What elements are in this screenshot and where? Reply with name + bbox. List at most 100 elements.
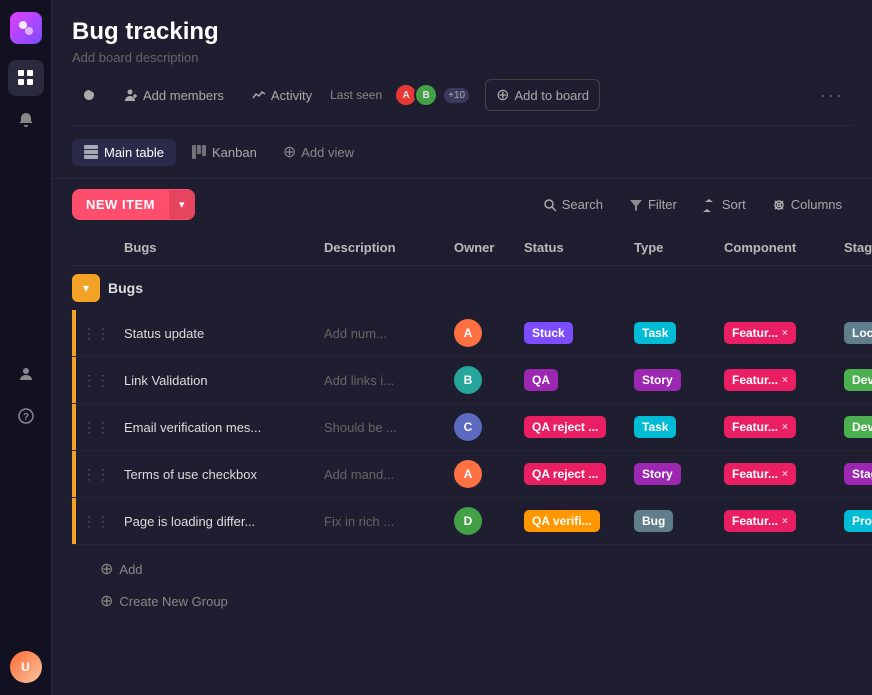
component-badge: Featur... × bbox=[724, 463, 796, 485]
user-avatar[interactable]: U bbox=[10, 651, 42, 683]
component-close[interactable]: × bbox=[782, 328, 788, 339]
stage-badge: Develop ... bbox=[844, 416, 872, 438]
row-status[interactable]: QA reject ... bbox=[516, 410, 626, 444]
row-stage[interactable]: Develop ... bbox=[836, 410, 872, 444]
component-close[interactable]: × bbox=[782, 422, 788, 433]
more-options-button[interactable]: ··· bbox=[812, 80, 852, 111]
row-owner: A bbox=[446, 452, 516, 496]
component-badge: Featur... × bbox=[724, 322, 796, 344]
table-row[interactable]: ⋮⋮ Terms of use checkbox Add mand... A Q… bbox=[72, 451, 872, 498]
avatar-2: B bbox=[414, 83, 438, 107]
owner-avatar: D bbox=[454, 507, 482, 535]
view-tabs: Main table Kanban ⊕ Add view bbox=[52, 126, 872, 179]
row-description: Fix in rich ... bbox=[316, 506, 446, 537]
row-name: Terms of use checkbox bbox=[116, 459, 316, 490]
create-group-button[interactable]: ⊕ Create New Group bbox=[92, 585, 236, 617]
add-icon: ⊕ bbox=[100, 559, 113, 579]
row-drag-handle[interactable]: ⋮⋮ bbox=[76, 513, 116, 530]
component-close[interactable]: × bbox=[782, 375, 788, 386]
row-owner: C bbox=[446, 405, 516, 449]
col-header-type: Type bbox=[626, 230, 716, 265]
activity-icon bbox=[252, 88, 266, 102]
filter-icon bbox=[629, 198, 643, 212]
row-component[interactable]: Featur... × bbox=[716, 410, 836, 444]
add-members-button[interactable]: Add members bbox=[114, 83, 234, 108]
row-component[interactable]: Featur... × bbox=[716, 363, 836, 397]
table-row[interactable]: ⋮⋮ Link Validation Add links i... B QA S… bbox=[72, 357, 872, 404]
row-stage[interactable]: Local bbox=[836, 316, 872, 350]
stage-badge: Product ... bbox=[844, 510, 872, 532]
row-status[interactable]: QA verifi... bbox=[516, 504, 626, 538]
table-row[interactable]: ⋮⋮ Page is loading differ... Fix in rich… bbox=[72, 498, 872, 545]
activity-button[interactable]: Activity bbox=[242, 83, 322, 108]
component-badge: Featur... × bbox=[724, 369, 796, 391]
row-type[interactable]: Story bbox=[626, 363, 716, 397]
columns-button[interactable]: Columns bbox=[762, 191, 852, 218]
component-close[interactable]: × bbox=[782, 516, 788, 527]
row-drag-handle[interactable]: ⋮⋮ bbox=[76, 325, 116, 342]
row-owner: D bbox=[446, 499, 516, 543]
row-name: Status update bbox=[116, 318, 316, 349]
filter-button[interactable]: Filter bbox=[619, 191, 687, 218]
sidebar-icon-people[interactable] bbox=[8, 356, 44, 392]
sidebar-icon-grid[interactable] bbox=[8, 60, 44, 96]
component-close[interactable]: × bbox=[782, 469, 788, 480]
row-status[interactable]: QA bbox=[516, 363, 626, 397]
row-owner: A bbox=[446, 311, 516, 355]
add-view-button[interactable]: ⊕ Add view bbox=[273, 136, 364, 168]
search-button[interactable]: Search bbox=[533, 191, 613, 218]
row-stage[interactable]: Product ... bbox=[836, 504, 872, 538]
row-status[interactable]: Stuck bbox=[516, 316, 626, 350]
refresh-button[interactable] bbox=[72, 83, 106, 107]
stage-badge: Local bbox=[844, 322, 872, 344]
tab-main-table[interactable]: Main table bbox=[72, 139, 176, 166]
group-toggle[interactable]: ▾ bbox=[72, 274, 100, 302]
row-drag-handle[interactable]: ⋮⋮ bbox=[76, 372, 116, 389]
col-header-status: Status bbox=[516, 230, 626, 265]
type-badge: Task bbox=[634, 416, 676, 438]
toolbar: NEW ITEM ▾ Search Filter Sort bbox=[52, 179, 872, 230]
type-badge: Story bbox=[634, 369, 681, 391]
table-row[interactable]: ⋮⋮ Status update Add num... A Stuck Task… bbox=[72, 310, 872, 357]
row-description: Add num... bbox=[316, 318, 446, 349]
row-stage[interactable]: Staging bbox=[836, 457, 872, 491]
sidebar-icon-bell[interactable] bbox=[8, 102, 44, 138]
new-item-button[interactable]: NEW ITEM ▾ bbox=[72, 189, 195, 220]
status-badge: QA bbox=[524, 369, 558, 391]
status-badge: QA verifi... bbox=[524, 510, 600, 532]
row-drag-handle[interactable]: ⋮⋮ bbox=[76, 419, 116, 436]
person-icon bbox=[124, 88, 138, 102]
table-container: Bugs Description Owner Status Type Compo… bbox=[52, 230, 872, 695]
owner-avatar: A bbox=[454, 460, 482, 488]
add-to-board-button[interactable]: ⊕ Add to board bbox=[485, 79, 600, 111]
row-type[interactable]: Bug bbox=[626, 504, 716, 538]
row-type[interactable]: Story bbox=[626, 457, 716, 491]
owner-avatar: B bbox=[454, 366, 482, 394]
owner-avatar: C bbox=[454, 413, 482, 441]
new-item-dropdown-arrow[interactable]: ▾ bbox=[169, 190, 195, 219]
add-row-button[interactable]: ⊕ Add bbox=[92, 553, 151, 585]
row-type[interactable]: Task bbox=[626, 410, 716, 444]
row-component[interactable]: Featur... × bbox=[716, 504, 836, 538]
row-drag-handle[interactable]: ⋮⋮ bbox=[76, 466, 116, 483]
row-owner: B bbox=[446, 358, 516, 402]
type-badge: Story bbox=[634, 463, 681, 485]
row-component[interactable]: Featur... × bbox=[716, 316, 836, 350]
row-stage[interactable]: Develop ... bbox=[836, 363, 872, 397]
row-type[interactable]: Task bbox=[626, 316, 716, 350]
sidebar: ? U bbox=[0, 0, 52, 695]
app-logo[interactable] bbox=[10, 12, 42, 44]
sidebar-icon-help[interactable]: ? bbox=[8, 398, 44, 434]
sort-button[interactable]: Sort bbox=[693, 191, 756, 218]
stage-badge: Develop ... bbox=[844, 369, 872, 391]
table-row[interactable]: ⋮⋮ Email verification mes... Should be .… bbox=[72, 404, 872, 451]
columns-icon bbox=[772, 198, 786, 212]
sort-icon bbox=[703, 198, 717, 212]
status-badge: QA reject ... bbox=[524, 463, 606, 485]
page-description: Add board description bbox=[72, 50, 852, 65]
tab-kanban[interactable]: Kanban bbox=[180, 139, 269, 166]
type-badge: Task bbox=[634, 322, 676, 344]
row-component[interactable]: Featur... × bbox=[716, 457, 836, 491]
row-status[interactable]: QA reject ... bbox=[516, 457, 626, 491]
bugs-table: Bugs Description Owner Status Type Compo… bbox=[72, 230, 872, 545]
